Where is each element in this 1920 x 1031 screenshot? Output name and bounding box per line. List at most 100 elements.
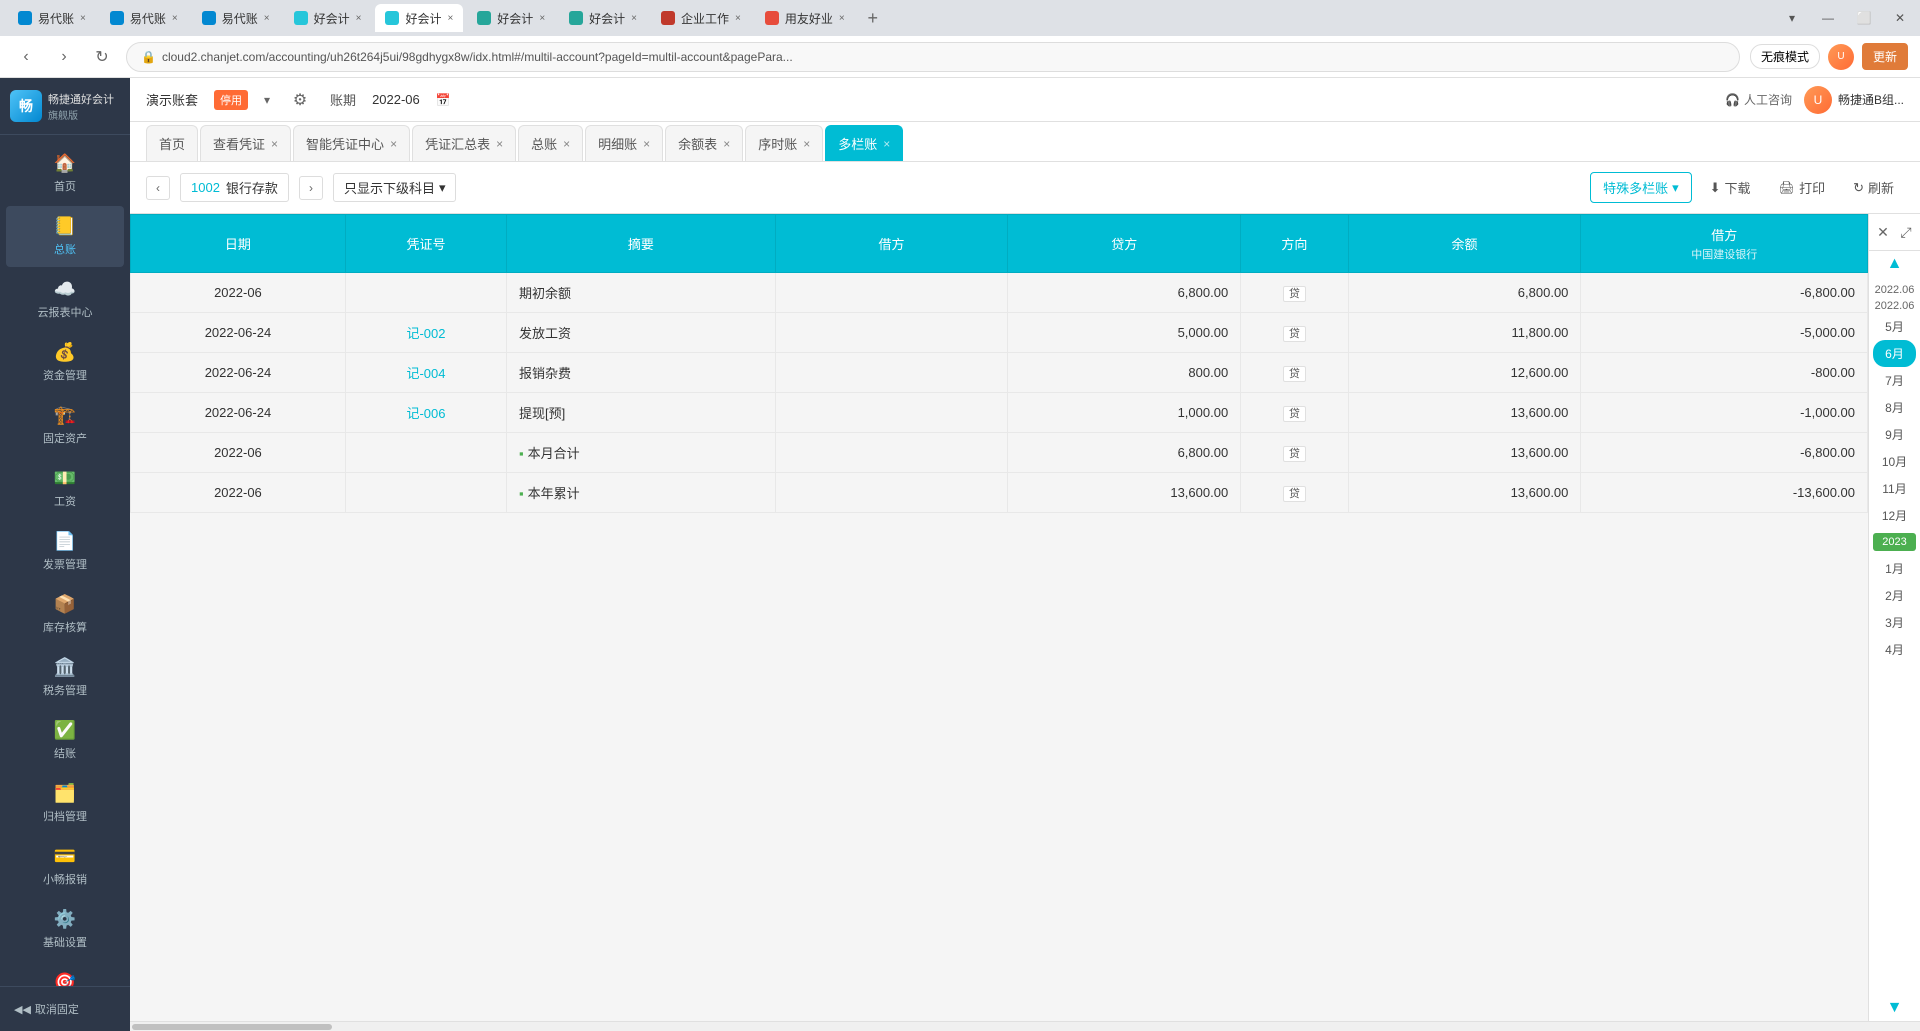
tab-multi-column[interactable]: 多栏账 × <box>825 125 903 161</box>
sidebar-item-cloud-report[interactable]: ☁️ 云报表中心 <box>6 269 124 330</box>
tab-view-voucher[interactable]: 查看凭证 × <box>200 125 291 161</box>
update-button[interactable]: 更新 <box>1862 43 1908 70</box>
dropdown-arrow-btn[interactable]: ▾ <box>264 93 270 107</box>
tab-home[interactable]: 首页 <box>146 125 198 161</box>
horizontal-scrollbar[interactable] <box>130 1021 1920 1031</box>
sidebar-item-inventory[interactable]: 📦 库存核算 <box>6 584 124 645</box>
tab-list-button[interactable]: ▾ <box>1780 6 1804 30</box>
month-item-2022-5月[interactable]: 5月 <box>1869 313 1920 340</box>
tab-multi-column-close[interactable]: × <box>883 137 890 151</box>
tab-close-1[interactable]: × <box>80 13 86 24</box>
logo-text-primary: 畅捷通好会计 <box>48 91 114 107</box>
browser-tab-4[interactable]: 好会计 × <box>284 4 372 32</box>
tab-balance-table[interactable]: 余额表 × <box>665 125 743 161</box>
sidebar-label-cloud-report: 云报表中心 <box>38 304 93 320</box>
calendar-button[interactable]: 📅 <box>436 93 451 107</box>
browser-tab-8[interactable]: 企业工作 × <box>651 4 751 32</box>
sidebar-item-close-account[interactable]: ✅ 结账 <box>6 710 124 771</box>
scroll-down-button[interactable]: ▼ <box>1869 995 1920 1021</box>
month-item-2022-9月[interactable]: 9月 <box>1869 421 1920 448</box>
new-tab-button[interactable]: + <box>859 4 887 32</box>
month-item-2022-7月[interactable]: 7月 <box>1869 367 1920 394</box>
month-item-2023-2月[interactable]: 2月 <box>1869 582 1920 609</box>
tab-voucher-summary-close[interactable]: × <box>496 137 503 151</box>
browser-tab-5[interactable]: 好会计 × <box>375 4 463 32</box>
tab-close-8[interactable]: × <box>735 13 741 24</box>
sidebar-item-ledger[interactable]: 📒 总账 <box>6 206 124 267</box>
sidebar-item-funds[interactable]: 💰 资金管理 <box>6 332 124 393</box>
voucher-link[interactable]: 记-004 <box>406 366 445 381</box>
month-item-2022-10月[interactable]: 10月 <box>1869 448 1920 475</box>
tab-general-ledger-close[interactable]: × <box>563 137 570 151</box>
panel-close-button[interactable]: ✕ <box>1873 222 1893 242</box>
print-button[interactable]: 🖨 打印 <box>1769 172 1836 203</box>
voucher-link[interactable]: 记-002 <box>406 326 445 341</box>
tab-balance-table-close[interactable]: × <box>723 137 730 151</box>
browser-tab-2[interactable]: 易代账 × <box>100 4 188 32</box>
tab-close-4[interactable]: × <box>356 13 362 24</box>
sidebar-item-home[interactable]: 🏠 首页 <box>6 143 124 204</box>
maximize-button[interactable]: ⬜ <box>1852 6 1876 30</box>
close-window-button[interactable]: ✕ <box>1888 6 1912 30</box>
sidebar-item-guide[interactable]: 🎯 新手引导 <box>6 962 124 986</box>
sidebar-item-settings[interactable]: ⚙️ 基础设置 <box>6 899 124 960</box>
address-bar[interactable]: 🔒 cloud2.chanjet.com/accounting/uh26t264… <box>126 42 1740 72</box>
refresh-browser-button[interactable]: ↻ <box>88 43 116 71</box>
unpin-button[interactable]: ◀◀ 取消固定 <box>10 997 120 1021</box>
tab-time-ledger-close[interactable]: × <box>803 137 810 151</box>
sidebar-item-payroll[interactable]: 💵 工资 <box>6 458 124 519</box>
special-multi-column-button[interactable]: 特殊多栏账 ▾ <box>1590 172 1692 203</box>
browser-user-avatar[interactable]: U <box>1828 44 1854 70</box>
period-value: 2022-06 <box>372 92 420 107</box>
browser-tab-7[interactable]: 好会计 × <box>559 4 647 32</box>
refresh-button[interactable]: ↻ 刷新 <box>1843 172 1904 203</box>
month-item-2023-4月[interactable]: 4月 <box>1869 636 1920 663</box>
tab-detail-ledger[interactable]: 明细账 × <box>585 125 663 161</box>
tab-close-7[interactable]: × <box>631 13 637 24</box>
sidebar-item-tax[interactable]: 🏛️ 税务管理 <box>6 647 124 708</box>
tab-time-ledger[interactable]: 序时账 × <box>745 125 823 161</box>
cell-credit: 800.00 <box>1008 353 1241 393</box>
next-account-button[interactable]: › <box>299 176 323 200</box>
sidebar-item-archive[interactable]: 🗂️ 归档管理 <box>6 773 124 834</box>
incognito-badge[interactable]: 无痕模式 <box>1750 44 1820 69</box>
prev-account-button[interactable]: ‹ <box>146 176 170 200</box>
tab-close-9[interactable]: × <box>839 13 845 24</box>
consult-button[interactable]: 🎧 人工咨询 <box>1725 91 1792 108</box>
browser-tab-1[interactable]: 易代账 × <box>8 4 96 32</box>
scrollbar-thumb[interactable] <box>132 1024 332 1030</box>
tab-close-6[interactable]: × <box>539 13 545 24</box>
scroll-up-button[interactable]: ▲ <box>1869 251 1920 277</box>
tab-view-voucher-close[interactable]: × <box>271 137 278 151</box>
month-item-2023-3月[interactable]: 3月 <box>1869 609 1920 636</box>
browser-tab-6[interactable]: 好会计 × <box>467 4 555 32</box>
tab-close-2[interactable]: × <box>172 13 178 24</box>
browser-tab-9[interactable]: 用友好业 × <box>755 4 855 32</box>
filter-dropdown[interactable]: 只显示下级科目 ▾ <box>333 173 457 202</box>
month-item-2022-12月[interactable]: 12月 <box>1869 502 1920 529</box>
month-item-2022-11月[interactable]: 11月 <box>1869 475 1920 502</box>
tab-general-ledger[interactable]: 总账 × <box>518 125 583 161</box>
tab-close-5[interactable]: × <box>447 13 453 24</box>
month-item-2022-6月[interactable]: 6月 <box>1873 340 1916 367</box>
account-selector[interactable]: 1002 银行存款 <box>180 173 289 202</box>
tab-smart-voucher-close[interactable]: × <box>390 137 397 151</box>
back-button[interactable]: ‹ <box>12 43 40 71</box>
settings-gear-button[interactable]: ⚙ <box>286 86 314 114</box>
tab-voucher-summary[interactable]: 凭证汇总表 × <box>412 125 516 161</box>
sidebar-item-invoice[interactable]: 📄 发票管理 <box>6 521 124 582</box>
table-container[interactable]: 日期 凭证号 摘要 借方 贷方 方向 余额 借方 中国建设银行 <box>130 214 1868 1021</box>
download-button[interactable]: ⬇ 下载 <box>1700 172 1761 203</box>
tab-detail-ledger-close[interactable]: × <box>643 137 650 151</box>
forward-button[interactable]: › <box>50 43 78 71</box>
tab-close-3[interactable]: × <box>264 13 270 24</box>
browser-tab-3[interactable]: 易代账 × <box>192 4 280 32</box>
month-item-2023-1月[interactable]: 1月 <box>1869 555 1920 582</box>
month-item-2022-8月[interactable]: 8月 <box>1869 394 1920 421</box>
sidebar-item-expense[interactable]: 💳 小畅报销 <box>6 836 124 897</box>
voucher-link[interactable]: 记-006 <box>406 406 445 421</box>
sidebar-item-fixed-assets[interactable]: 🏗️ 固定资产 <box>6 395 124 456</box>
minimize-button[interactable]: — <box>1816 6 1840 30</box>
panel-expand-button[interactable]: ⤢ <box>1896 222 1916 242</box>
tab-smart-voucher[interactable]: 智能凭证中心 × <box>293 125 410 161</box>
